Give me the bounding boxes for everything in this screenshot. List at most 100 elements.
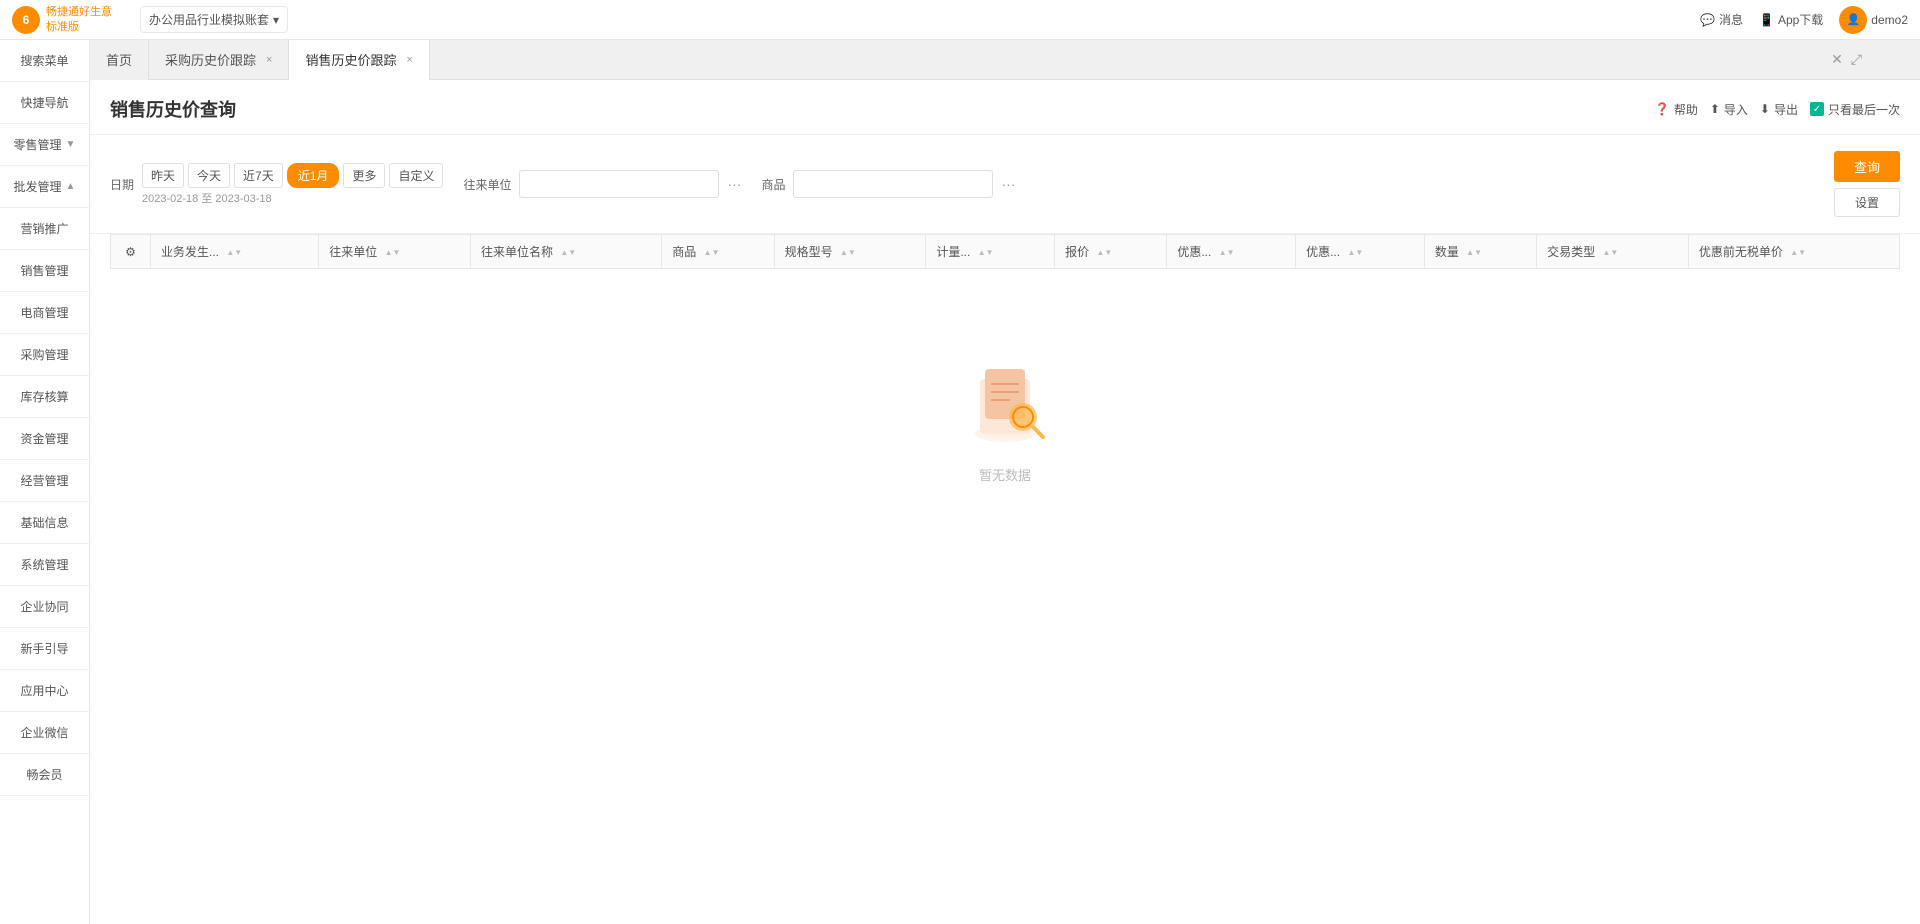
col-spec[interactable]: 规格型号 ▲▼: [774, 235, 926, 269]
sort-icons-quantity: ▲▼: [1466, 248, 1482, 257]
sort-icons-unit-name: ▲▼: [560, 248, 576, 257]
sales-label: 销售管理: [20, 262, 68, 279]
message-nav-item[interactable]: 💬 消息: [1700, 11, 1743, 28]
logo-area: 6 畅捷通好生意 标准版: [12, 5, 112, 34]
col-unit-name[interactable]: 往来单位名称 ▲▼: [471, 235, 662, 269]
app-selector[interactable]: 办公用品行业模拟账套 ▾: [140, 6, 288, 33]
product-dots[interactable]: ···: [1001, 176, 1015, 192]
tab-sales-history[interactable]: 销售历史价跟踪 ×: [289, 40, 429, 80]
col-quantity[interactable]: 数量 ▲▼: [1424, 235, 1536, 269]
basic-info-label: 基础信息: [20, 514, 68, 531]
query-button[interactable]: 查询: [1834, 151, 1900, 182]
tab-bar-actions: ✕ ⤢: [1831, 51, 1870, 68]
from-unit-dots[interactable]: ···: [727, 176, 741, 192]
sidebar-item-purchase[interactable]: 采购管理: [0, 334, 89, 376]
quick-nav-label: 快捷导航: [20, 94, 68, 111]
tab-purchase-history[interactable]: 采购历史价跟踪 ×: [149, 40, 289, 80]
col-discount1[interactable]: 优惠... ▲▼: [1167, 235, 1296, 269]
sidebar-item-inventory[interactable]: 库存核算: [0, 376, 89, 418]
gear-icon: ⚙: [125, 245, 136, 259]
checkbox-checked-icon: ✓: [1810, 102, 1824, 116]
sidebar-item-wechat[interactable]: 企业微信: [0, 712, 89, 754]
wholesale-label: 批发管理: [14, 178, 62, 195]
sidebar-item-retail[interactable]: 零售管理 ▼: [0, 124, 89, 166]
col-discount2[interactable]: 优惠... ▲▼: [1296, 235, 1425, 269]
enterprise-label: 企业协同: [20, 598, 68, 615]
retail-label: 零售管理: [14, 136, 62, 153]
help-action[interactable]: ❓ 帮助: [1655, 101, 1698, 118]
sidebar-item-quick-nav[interactable]: 快捷导航: [0, 82, 89, 124]
sort-icons-pre-tax-price: ▲▼: [1790, 248, 1806, 257]
header-left: 6 畅捷通好生意 标准版 办公用品行业模拟账套 ▾: [12, 5, 288, 34]
operations-label: 经营管理: [20, 472, 68, 489]
col-quote[interactable]: 报价 ▲▼: [1055, 235, 1167, 269]
col-unit-code[interactable]: 往来单位 ▲▼: [319, 235, 471, 269]
system-label: 系统管理: [20, 556, 68, 573]
only-last-checkbox[interactable]: ✓ 只看最后一次: [1810, 101, 1900, 118]
date-btn-last7[interactable]: 近7天: [234, 163, 283, 188]
col-product[interactable]: 商品 ▲▼: [662, 235, 774, 269]
window-close-icon[interactable]: ✕: [1831, 51, 1843, 68]
from-unit-input[interactable]: [519, 170, 719, 198]
sidebar-item-enterprise[interactable]: 企业协同: [0, 586, 89, 628]
col-pre-tax-price[interactable]: 优惠前无税单价 ▲▼: [1688, 235, 1899, 269]
date-filter-group: 日期 昨天 今天 近7天 近1月 更多 自定义 2023-02-18 至 202…: [110, 163, 443, 206]
user-label: demo2: [1871, 13, 1908, 27]
sidebar-item-finance[interactable]: 资金管理: [0, 418, 89, 460]
sidebar-item-operations[interactable]: 经营管理: [0, 460, 89, 502]
col-biz-date[interactable]: 业务发生... ▲▼: [151, 235, 319, 269]
avatar-icon: 👤: [1846, 13, 1860, 26]
col-settings[interactable]: ⚙: [111, 235, 151, 269]
user-nav-item[interactable]: 👤 demo2: [1839, 6, 1908, 34]
col-trade-type[interactable]: 交易类型 ▲▼: [1537, 235, 1689, 269]
import-action[interactable]: ⬆ 导入: [1710, 101, 1748, 118]
top-header: 6 畅捷通好生意 标准版 办公用品行业模拟账套 ▾ 💬 消息 📱 App下载 👤…: [0, 0, 1920, 40]
sidebar-item-ecommerce[interactable]: 电商管理: [0, 292, 89, 334]
message-icon: 💬: [1700, 13, 1715, 27]
date-btn-more[interactable]: 更多: [343, 163, 385, 188]
tab-home-label: 首页: [106, 50, 132, 69]
sidebar: 搜索菜单 快捷导航 零售管理 ▼ 批发管理 ▲ 营销推广 销售管理 电商管理 采…: [0, 40, 90, 924]
sidebar-item-sales[interactable]: 销售管理: [0, 250, 89, 292]
tab-purchase-history-label: 采购历史价跟踪: [165, 50, 256, 69]
purchase-label: 采购管理: [20, 346, 68, 363]
empty-state: 暂无数据: [110, 269, 1900, 564]
date-btn-custom[interactable]: 自定义: [389, 163, 443, 188]
wechat-label: 企业微信: [20, 724, 68, 741]
export-label: 导出: [1774, 101, 1798, 118]
sort-icons-biz-date: ▲▼: [226, 248, 242, 257]
sidebar-item-app-center[interactable]: 应用中心: [0, 670, 89, 712]
settings-button[interactable]: 设置: [1834, 188, 1900, 217]
filter-area: 日期 昨天 今天 近7天 近1月 更多 自定义 2023-02-18 至 202…: [90, 135, 1920, 234]
sort-icons-discount1: ▲▼: [1219, 248, 1235, 257]
app-download-nav-item[interactable]: 📱 App下载: [1759, 11, 1823, 28]
page-header: 销售历史价查询 ❓ 帮助 ⬆ 导入 ⬇ 导出 ✓: [90, 80, 1920, 135]
date-btn-yesterday[interactable]: 昨天: [142, 163, 184, 188]
date-buttons: 昨天 今天 近7天 近1月 更多 自定义: [142, 163, 443, 188]
sidebar-item-system[interactable]: 系统管理: [0, 544, 89, 586]
product-filter-group: 商品 ···: [761, 170, 1015, 198]
search-menu-label: 搜索菜单: [20, 52, 68, 69]
date-btn-last1m[interactable]: 近1月: [287, 163, 340, 188]
export-action[interactable]: ⬇ 导出: [1760, 101, 1798, 118]
page-title: 销售历史价查询: [110, 96, 236, 122]
window-maximize-icon[interactable]: ⤢: [1851, 51, 1862, 68]
tab-sales-history-close[interactable]: ×: [406, 54, 412, 66]
date-btn-today[interactable]: 今天: [188, 163, 230, 188]
sidebar-item-guide[interactable]: 新手引导: [0, 628, 89, 670]
col-unit[interactable]: 计量... ▲▼: [926, 235, 1055, 269]
finance-label: 资金管理: [20, 430, 68, 447]
sidebar-item-search-menu[interactable]: 搜索菜单: [0, 40, 89, 82]
help-label: 帮助: [1674, 101, 1698, 118]
sidebar-item-member[interactable]: 畅会员: [0, 754, 89, 796]
sort-icons-unit-code: ▲▼: [385, 248, 401, 257]
date-range-text: 2023-02-18 至 2023-03-18: [142, 190, 443, 206]
app-download-icon: 📱: [1759, 13, 1774, 27]
tab-home[interactable]: 首页: [90, 40, 149, 80]
sidebar-item-marketing[interactable]: 营销推广: [0, 208, 89, 250]
tab-purchase-history-close[interactable]: ×: [266, 54, 272, 66]
sidebar-item-wholesale[interactable]: 批发管理 ▲: [0, 166, 89, 208]
sidebar-item-basic-info[interactable]: 基础信息: [0, 502, 89, 544]
product-input[interactable]: [793, 170, 993, 198]
logo-icon: 6: [12, 6, 40, 34]
